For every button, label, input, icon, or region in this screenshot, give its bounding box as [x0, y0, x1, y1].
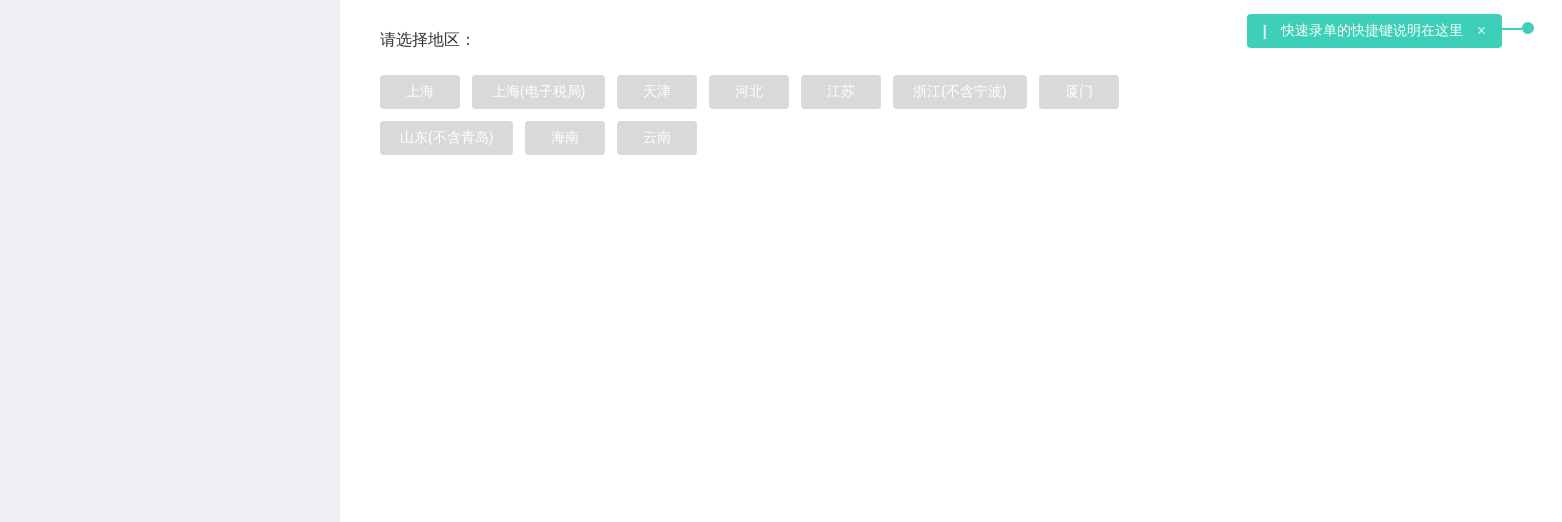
region-button-hebei[interactable]: 河北	[709, 75, 789, 109]
region-button-xiamen[interactable]: 厦门	[1039, 75, 1119, 109]
region-button-jiangsu[interactable]: 江苏	[801, 75, 881, 109]
tooltip-dot	[1522, 22, 1534, 34]
region-button-shanghai[interactable]: 上海	[380, 75, 460, 109]
main-content: 请选择地区： 上海上海(电子税局)天津河北江苏浙江(不含宁波)厦门山东(不含青岛…	[340, 0, 1562, 522]
region-button-shanghai-etax[interactable]: 上海(电子税局)	[472, 75, 605, 109]
region-button-hainan[interactable]: 海南	[525, 121, 605, 155]
region-row-2: 山东(不含青岛) 海南云南	[380, 121, 1522, 155]
region-button-yunnan[interactable]: 云南	[617, 121, 697, 155]
tooltip-line	[1502, 28, 1522, 30]
region-button-zhejiang[interactable]: 浙江(不含宁波)	[893, 75, 1026, 109]
region-button-shandong[interactable]: 山东(不含青岛)	[380, 121, 513, 155]
tooltip-text: 快速录单的快捷键说明在这里	[1281, 22, 1463, 40]
region-row-1: 上海上海(电子税局) 天津河北江苏浙江(不含宁波) 厦门	[380, 75, 1522, 109]
left-sidebar	[0, 0, 340, 522]
tooltip-close-button[interactable]: ×	[1477, 22, 1486, 40]
region-button-tianjin[interactable]: 天津	[617, 75, 697, 109]
region-buttons-row1: 上海上海(电子税局) 天津河北江苏浙江(不含宁波) 厦门山东(不含青岛) 海南云南	[380, 75, 1522, 155]
tooltip-banner: 快速录单的快捷键说明在这里 ×	[1247, 14, 1502, 48]
